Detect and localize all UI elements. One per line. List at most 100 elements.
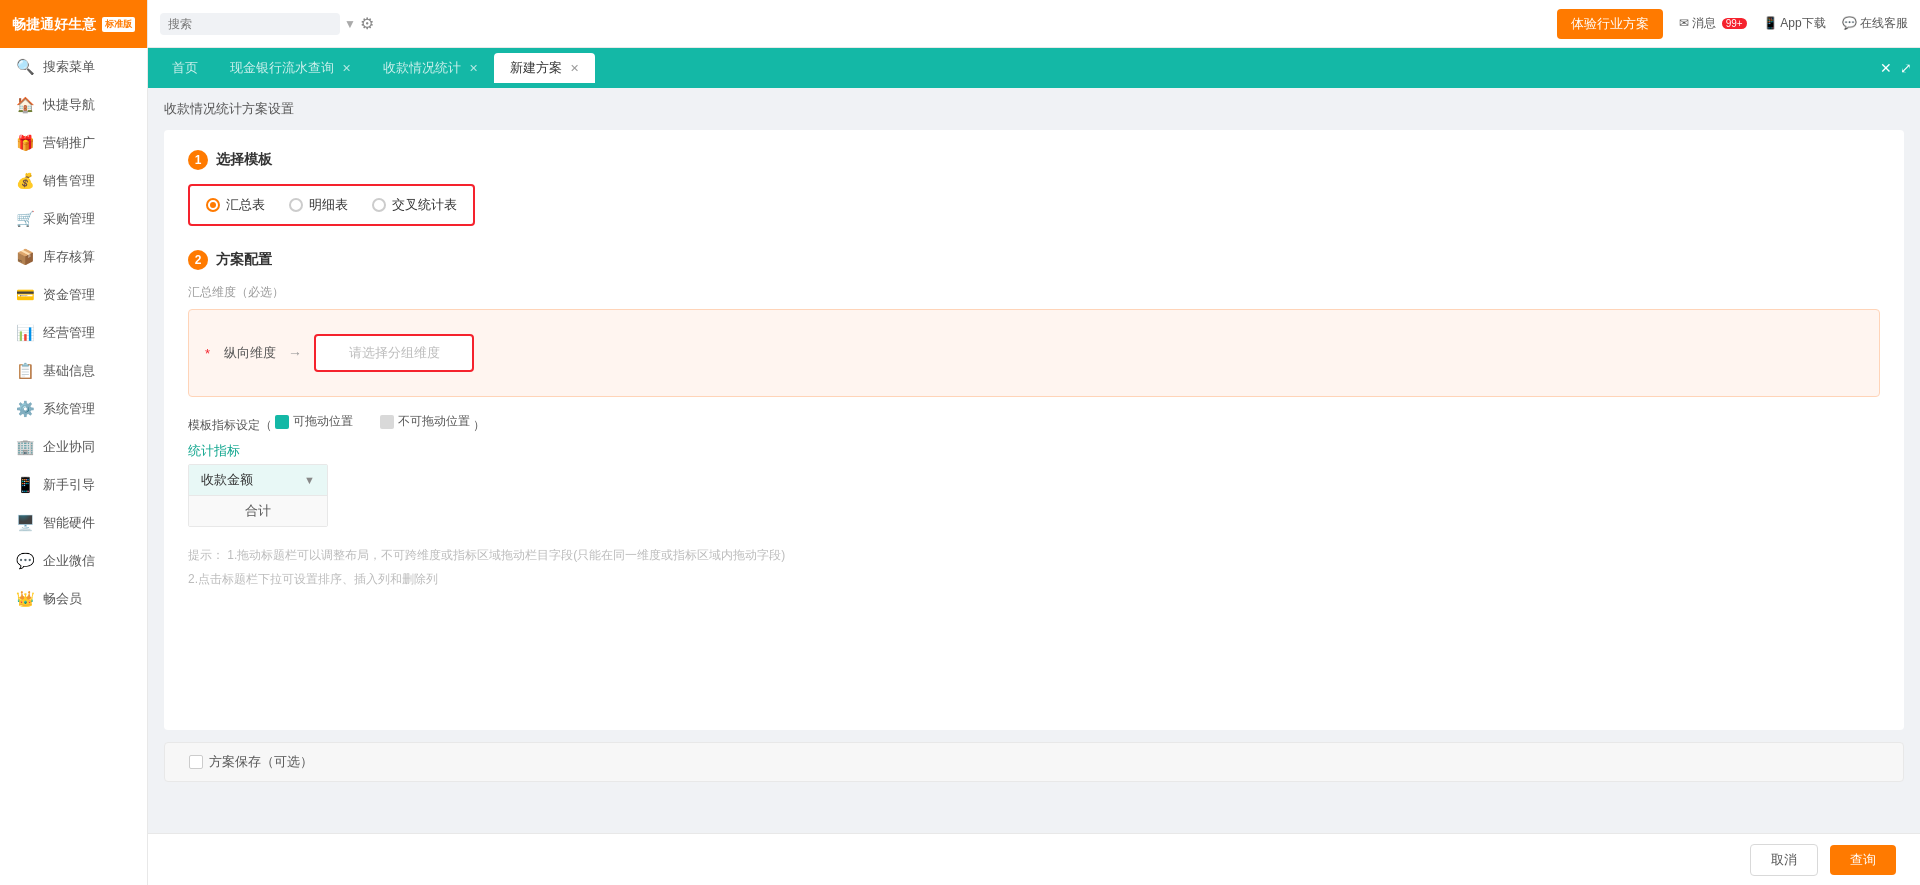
tab-bank-flow[interactable]: 现金银行流水查询 ✕: [214, 53, 367, 83]
settings-icon[interactable]: ⚙: [360, 14, 374, 33]
query-button[interactable]: 查询: [1830, 845, 1896, 875]
sidebar-item-wechat[interactable]: 💬 企业微信: [0, 542, 147, 580]
step1-num: 1: [188, 150, 208, 170]
download-area[interactable]: 📱 App下载: [1763, 15, 1826, 32]
sidebar-item-sales[interactable]: 💰 销售管理: [0, 162, 147, 200]
close-all-icon[interactable]: ✕: [1880, 60, 1892, 76]
save-option-label[interactable]: 方案保存（可选）: [189, 753, 313, 771]
logo-badge: 标准版: [102, 17, 135, 32]
sidebar-item-purchase[interactable]: 🛒 采购管理: [0, 200, 147, 238]
expand-icon[interactable]: ⤢: [1900, 60, 1912, 76]
radio-summary-label: 汇总表: [226, 196, 265, 214]
tab-close-bank-flow[interactable]: ✕: [342, 62, 351, 75]
draggable-indicator: 可拖动位置: [275, 413, 353, 430]
radio-cross[interactable]: 交叉统计表: [372, 196, 457, 214]
radio-detail-circle: [289, 198, 303, 212]
step2-title: 方案配置: [216, 251, 272, 269]
sidebar-item-label: 畅会员: [43, 590, 82, 608]
sidebar-item-label: 快捷导航: [43, 96, 95, 114]
step2-section: 2 方案配置 汇总维度（必选） * 纵向维度 → 请选择分组维度: [188, 250, 1880, 591]
step2-header: 2 方案配置: [188, 250, 1880, 270]
service-icon: 💬: [1842, 16, 1857, 30]
main-area: ▼ ⚙ 体验行业方案 ✉ 消息 99+ 📱 App下载 💬 在线客服 首页: [148, 0, 1920, 885]
save-checkbox[interactable]: [189, 755, 203, 769]
non-draggable-indicator: 不可拖动位置: [380, 413, 470, 430]
sidebar: 畅捷通好生意 标准版 🔍 搜索菜单 🏠 快捷导航 🎁 营销推广 💰 销售管理 🛒…: [0, 0, 148, 885]
step2-num: 2: [188, 250, 208, 270]
tab-close-new-plan[interactable]: ✕: [570, 62, 579, 75]
cancel-button[interactable]: 取消: [1750, 844, 1818, 876]
building-icon: 🏢: [16, 438, 35, 456]
dimension-area: * 纵向维度 → 请选择分组维度: [188, 309, 1880, 397]
arrow-right-icon: →: [288, 345, 302, 361]
sidebar-item-search-menu[interactable]: 🔍 搜索菜单: [0, 48, 147, 86]
sidebar-item-label: 资金管理: [43, 286, 95, 304]
sidebar-item-guide[interactable]: 📱 新手引导: [0, 466, 147, 504]
sidebar-item-member[interactable]: 👑 畅会员: [0, 580, 147, 618]
sidebar-item-label: 智能硬件: [43, 514, 95, 532]
tab-new-plan[interactable]: 新建方案 ✕: [494, 53, 595, 83]
gear-icon: ⚙️: [16, 400, 35, 418]
sidebar-item-label: 营销推广: [43, 134, 95, 152]
sidebar-item-label: 经营管理: [43, 324, 95, 342]
phone-icon: 📱: [16, 476, 35, 494]
monitor-icon: 🖥️: [16, 514, 35, 532]
sidebar-item-basic-info[interactable]: 📋 基础信息: [0, 352, 147, 390]
dimension-row: * 纵向维度 → 请选择分组维度: [205, 334, 1863, 372]
sidebar-item-capital[interactable]: 💳 资金管理: [0, 276, 147, 314]
notification-area[interactable]: ✉ 消息 99+: [1679, 15, 1747, 32]
save-label-text: 方案保存（可选）: [209, 753, 313, 771]
top-header: ▼ ⚙ 体验行业方案 ✉ 消息 99+ 📱 App下载 💬 在线客服: [148, 0, 1920, 48]
tip-1: 提示： 1.拖动标题栏可以调整布局，不可跨维度或指标区域拖动栏目字段(只能在同一…: [188, 543, 1880, 567]
tab-label: 收款情况统计: [383, 59, 461, 77]
sidebar-item-operations[interactable]: 📊 经营管理: [0, 314, 147, 352]
dropdown-arrow-icon[interactable]: ▼: [304, 474, 315, 486]
radio-detail[interactable]: 明细表: [289, 196, 348, 214]
sidebar-item-quick-nav[interactable]: 🏠 快捷导航: [0, 86, 147, 124]
sidebar-item-marketing[interactable]: 🎁 营销推广: [0, 124, 147, 162]
service-area[interactable]: 💬 在线客服: [1842, 15, 1908, 32]
tip-2: 2.点击标题栏下拉可设置排序、插入列和删除列: [188, 567, 1880, 591]
sidebar-item-inventory[interactable]: 📦 库存核算: [0, 238, 147, 276]
vertical-dim-label: 纵向维度: [224, 344, 276, 362]
sidebar-item-hardware[interactable]: 🖥️ 智能硬件: [0, 504, 147, 542]
sidebar-item-label: 搜索菜单: [43, 58, 95, 76]
dim-select-box[interactable]: 请选择分组维度: [314, 334, 474, 372]
message-icon: ✉: [1679, 16, 1689, 30]
header-actions: 体验行业方案 ✉ 消息 99+ 📱 App下载 💬 在线客服: [1557, 9, 1908, 39]
sidebar-item-system[interactable]: ⚙️ 系统管理: [0, 390, 147, 428]
sidebar-logo: 畅捷通好生意 标准版: [0, 0, 147, 48]
notification-badge: 99+: [1722, 18, 1747, 29]
sidebar-item-label: 库存核算: [43, 248, 95, 266]
notification-label: 消息: [1692, 16, 1716, 30]
chart-icon: 📊: [16, 324, 35, 342]
tab-home[interactable]: 首页: [156, 53, 214, 83]
summary-dim-label: 汇总维度（必选）: [188, 284, 1880, 301]
industry-btn[interactable]: 体验行业方案: [1557, 9, 1663, 39]
step1-section: 1 选择模板 汇总表 明细表 交叉统计表: [188, 150, 1880, 226]
sidebar-item-label: 企业微信: [43, 552, 95, 570]
crown-icon: 👑: [16, 590, 35, 608]
box-icon: 📦: [16, 248, 35, 266]
metric-table-header[interactable]: 收款金额 ▼: [189, 465, 327, 496]
required-star: *: [205, 346, 210, 361]
radio-summary-circle: [206, 198, 220, 212]
sidebar-item-label: 企业协同: [43, 438, 95, 456]
logo-text: 畅捷通好生意: [12, 16, 96, 33]
card-icon: 💳: [16, 286, 35, 304]
col-header-label: 收款金额: [201, 471, 253, 489]
metric-table-cell: 合计: [189, 496, 327, 526]
sidebar-item-label: 新手引导: [43, 476, 95, 494]
footer-bar: 方案保存（可选）: [164, 742, 1904, 782]
action-bar: 取消 查询: [148, 833, 1920, 885]
template-options: 汇总表 明细表 交叉统计表: [188, 184, 475, 226]
chat-icon: 💬: [16, 552, 35, 570]
clipboard-icon: 📋: [16, 362, 35, 380]
tab-receipt-stat[interactable]: 收款情况统计 ✕: [367, 53, 494, 83]
search-input[interactable]: [160, 13, 340, 35]
radio-summary[interactable]: 汇总表: [206, 196, 265, 214]
breadcrumb-area: ▼ ⚙: [160, 13, 1545, 35]
sidebar-item-label: 销售管理: [43, 172, 95, 190]
tab-close-receipt-stat[interactable]: ✕: [469, 62, 478, 75]
sidebar-item-enterprise[interactable]: 🏢 企业协同: [0, 428, 147, 466]
